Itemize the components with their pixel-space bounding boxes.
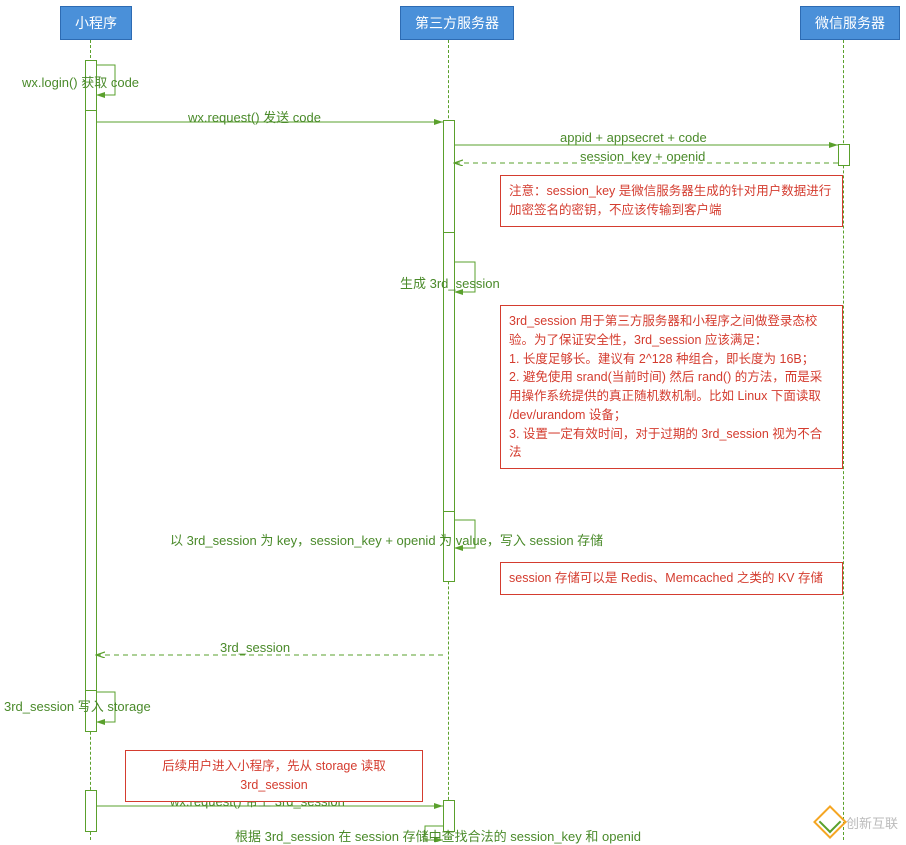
note-2-line3: 2. 避免使用 srand(当前时间) 然后 rand() 的方法，而是采用操作… [509, 368, 834, 424]
msg-write-session-store: 以 3rd_session 为 key，session_key + openid… [170, 530, 603, 549]
activation-3a [838, 144, 850, 166]
watermark-text: 创新互联 [846, 813, 898, 832]
note-text-3: session 存储可以是 Redis、Memcached 之类的 KV 存储 [509, 571, 823, 585]
note-storage-read: 后续用户进入小程序，先从 storage 读取 3rd_session [125, 750, 423, 802]
msg-write-storage: 3rd_session 写入 storage [4, 696, 151, 715]
watermark-icon [813, 805, 847, 839]
msg-appid-secret-code: appid + appsecret + code [560, 130, 707, 145]
msg-wx-login: wx.login() 获取 code [22, 72, 139, 91]
participant-wechat-server: 微信服务器 [800, 6, 900, 40]
participant-miniprogram: 小程序 [60, 6, 132, 40]
msg-wx-request-send-code: wx.request() 发送 code [188, 107, 321, 126]
msg-lookup-session: 根据 3rd_session 在 session 存储中查找合法的 sessio… [235, 826, 641, 845]
note-4-line2: 3rd_session [134, 776, 414, 795]
note-2-line4: 3. 设置一定有效时间，对于过期的 3rd_session 视为不合法 [509, 425, 834, 463]
activation-1d [85, 790, 97, 832]
note-3rd-session-rules: 3rd_session 用于第三方服务器和小程序之间做登录态校验。为了保证安全性… [500, 305, 843, 469]
participant-third-party-server: 第三方服务器 [400, 6, 514, 40]
msg-gen-3rd-session: 生成 3rd_session [400, 273, 500, 292]
activation-1b [85, 110, 97, 692]
note-session-store: session 存储可以是 Redis、Memcached 之类的 KV 存储 [500, 562, 843, 595]
watermark: 创新互联 [818, 810, 898, 834]
note-2-line1: 3rd_session 用于第三方服务器和小程序之间做登录态校验。为了保证安全性… [509, 312, 834, 350]
note-4-line1: 后续用户进入小程序，先从 storage 读取 [134, 757, 414, 776]
note-session-key-warning: 注意：session_key 是微信服务器生成的针对用户数据进行加密签名的密钥，… [500, 175, 843, 227]
msg-return-3rd-session: 3rd_session [220, 640, 290, 655]
note-text-1: 注意：session_key 是微信服务器生成的针对用户数据进行加密签名的密钥，… [509, 184, 831, 217]
msg-sessionkey-openid: session_key + openid [580, 149, 705, 164]
note-2-line2: 1. 长度足够长。建议有 2^128 种组合，即长度为 16B； [509, 350, 834, 369]
